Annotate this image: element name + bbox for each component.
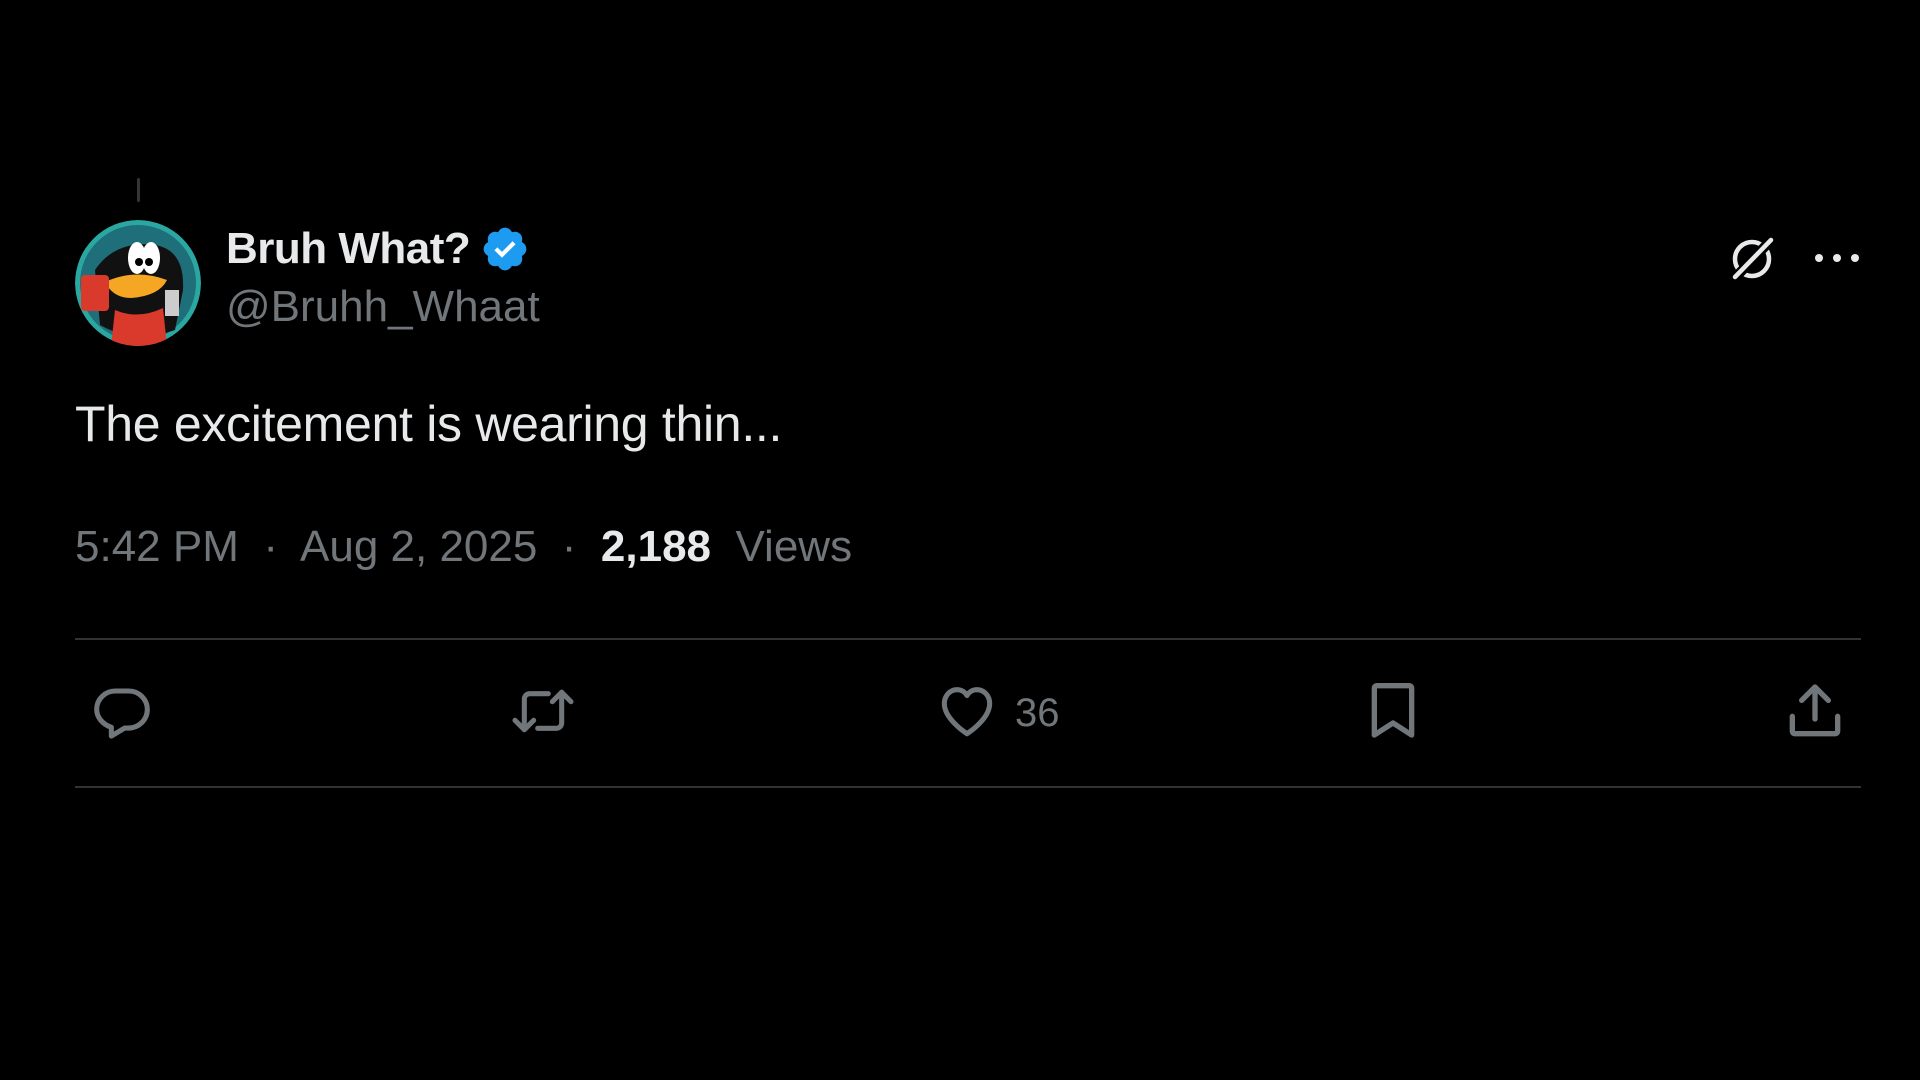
reply-button[interactable] xyxy=(90,640,154,786)
tweet-text: The excitement is wearing thin... xyxy=(75,396,783,452)
meta-separator: · xyxy=(251,522,291,571)
repost-icon xyxy=(508,679,578,748)
share-icon xyxy=(1783,679,1847,748)
reply-icon xyxy=(90,679,154,748)
display-name[interactable]: Bruh What? xyxy=(226,224,471,274)
like-count: 36 xyxy=(1015,690,1060,735)
like-button[interactable]: 36 xyxy=(935,640,1060,786)
thread-connector-line xyxy=(137,178,140,202)
heart-icon xyxy=(935,679,999,748)
more-icon[interactable] xyxy=(1813,248,1861,268)
repost-button[interactable] xyxy=(508,640,578,786)
author-handle[interactable]: @Bruhh_Whaat xyxy=(226,282,540,332)
header-actions xyxy=(1725,230,1861,286)
share-button[interactable] xyxy=(1783,640,1847,786)
meta-separator: · xyxy=(549,522,589,571)
views-label: Views xyxy=(723,522,853,571)
bookmark-button[interactable] xyxy=(1365,640,1421,786)
author-names: Bruh What? @Bruhh_Whaat xyxy=(226,222,540,332)
action-bar: 36 xyxy=(75,640,1861,786)
tweet-header: Bruh What? @Bruhh_Whaat xyxy=(75,220,1861,346)
bookmark-icon xyxy=(1365,679,1421,748)
tweet-time[interactable]: 5:42 PM xyxy=(75,522,239,571)
tweet-meta: 5:42 PM · Aug 2, 2025 · 2,188 Views xyxy=(75,522,852,572)
views-count: 2,188 xyxy=(600,522,712,571)
verified-badge-icon[interactable] xyxy=(480,224,530,274)
grok-icon[interactable] xyxy=(1725,230,1781,286)
avatar[interactable] xyxy=(75,220,201,346)
tweet-date[interactable]: Aug 2, 2025 xyxy=(300,522,537,571)
divider-bottom xyxy=(75,786,1861,788)
